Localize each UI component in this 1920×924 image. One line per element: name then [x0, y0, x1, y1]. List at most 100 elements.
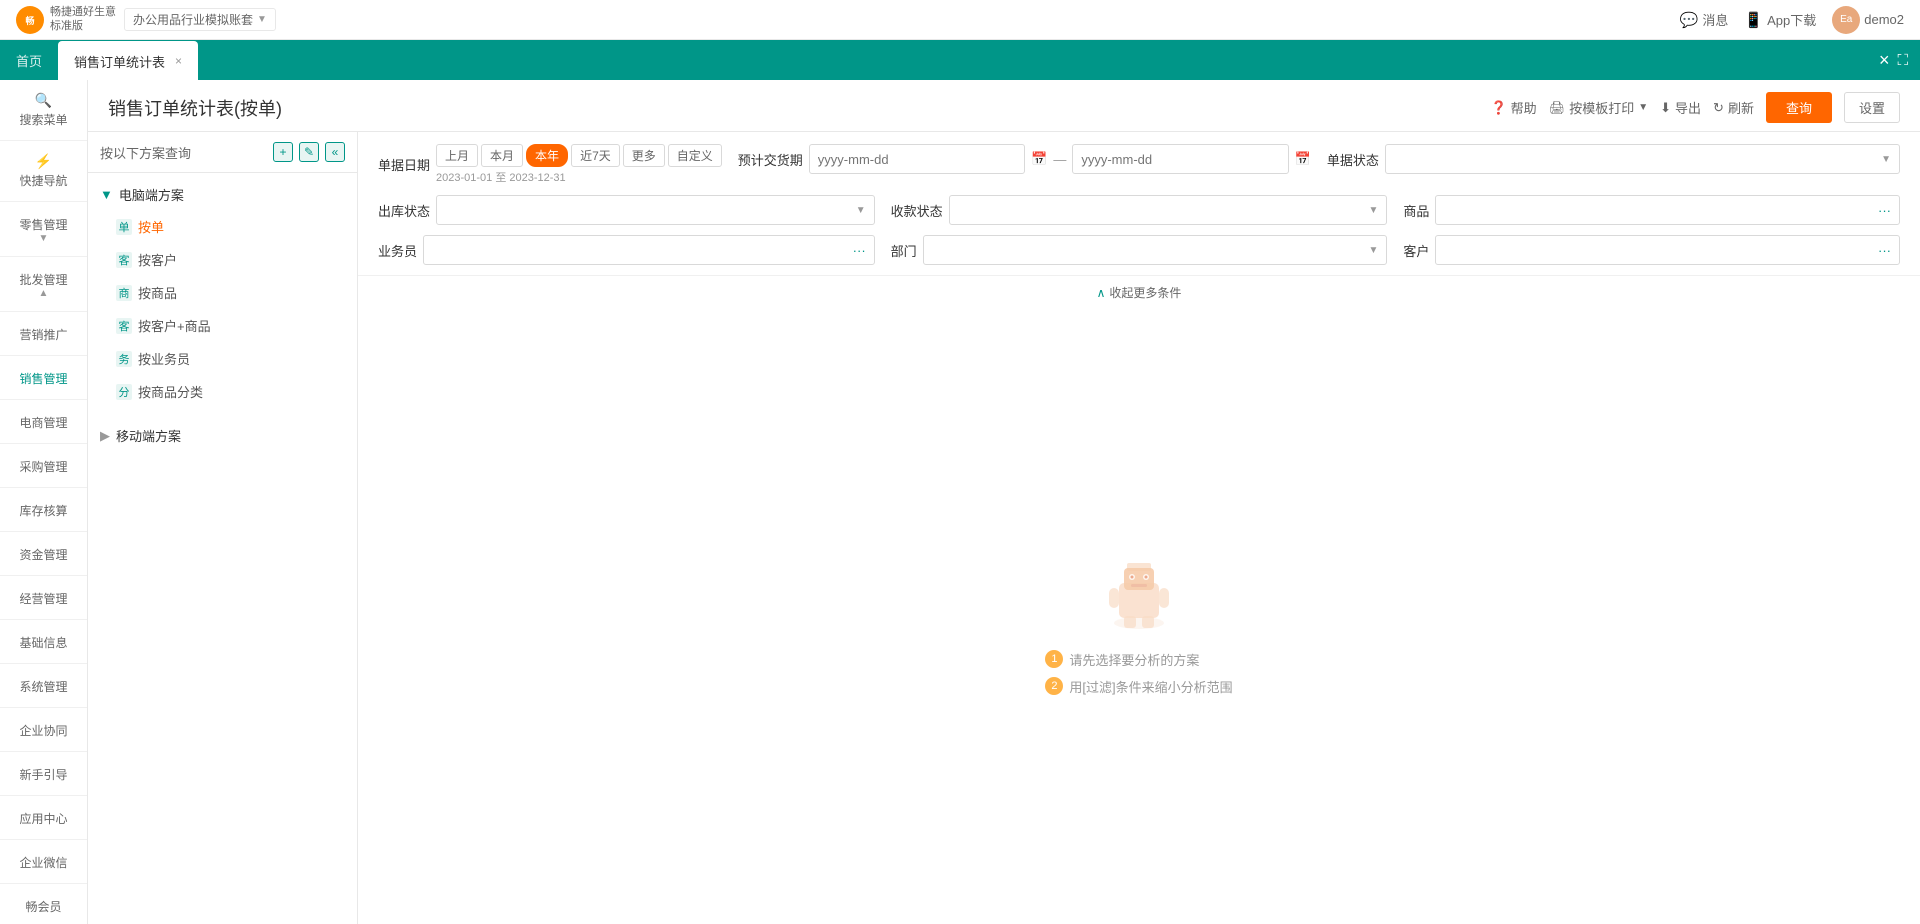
tab-home[interactable]: 首页: [0, 40, 58, 80]
scheme-item-by-salesman-label: 按业务员: [138, 349, 190, 368]
print-action[interactable]: 🖨 按模板打印 ▼: [1549, 98, 1648, 117]
tab-minimize-icon[interactable]: ×: [1879, 50, 1890, 71]
user-action[interactable]: Ea demo2: [1832, 6, 1904, 34]
date-tag-last-month[interactable]: 上月: [436, 144, 478, 167]
refresh-icon: ↻: [1713, 100, 1724, 116]
scheme-item-by-category[interactable]: 分 按商品分类: [88, 375, 357, 408]
sidebar-item-retail[interactable]: 零售管理 ▼: [0, 202, 87, 257]
sidebar-item-operations[interactable]: 经营管理: [0, 576, 87, 620]
scheme-item-by-salesman[interactable]: 务 按业务员: [88, 342, 357, 375]
dept-label: 部门: [891, 241, 917, 260]
help-action[interactable]: ❓ 帮助: [1490, 98, 1536, 117]
query-button[interactable]: 查询: [1766, 92, 1832, 123]
tab-bar: 首页 销售订单统计表 × × ⛶: [0, 40, 1920, 80]
sidebar-item-member[interactable]: 畅会员: [0, 884, 87, 924]
expected-date-end-input[interactable]: [1072, 144, 1288, 174]
empty-state: 1 请先选择要分析的方案 2 用[过滤]条件来缩小分析范围: [358, 309, 1920, 924]
help-icon: ❓: [1490, 100, 1506, 116]
sidebar-item-enterprise[interactable]: 企业协同: [0, 708, 87, 752]
salesman-ellipsis-icon[interactable]: ···: [853, 243, 866, 258]
logo-icon: 畅: [16, 6, 44, 34]
sidebar-item-finance[interactable]: 资金管理: [0, 532, 87, 576]
settings-button[interactable]: 设置: [1844, 92, 1900, 123]
sidebar-item-marketing[interactable]: 营销推广: [0, 312, 87, 356]
sidebar-item-ecommerce[interactable]: 电商管理: [0, 400, 87, 444]
date-tag-this-year[interactable]: 本年: [526, 144, 568, 167]
sidebar-item-wholesale[interactable]: 批发管理 ▲: [0, 257, 87, 312]
scheme-item-by-customer-product[interactable]: 客 按客户+商品: [88, 309, 357, 342]
sidebar-item-wechat[interactable]: 企业微信: [0, 840, 87, 884]
customer-label: 客户: [1403, 241, 1429, 260]
scheme-item-by-order[interactable]: 单 按单: [88, 210, 357, 243]
collapse-scheme-button[interactable]: «: [325, 142, 345, 162]
wholesale-arrow-icon: ▲: [0, 288, 87, 299]
tab-maximize-icon[interactable]: ⛶: [1897, 52, 1908, 69]
date-section-inner: 上月 本月 本年 近7天 更多 自定义 2023-01-01 至 2023-12…: [436, 144, 722, 185]
product-ellipsis-icon[interactable]: ···: [1878, 203, 1891, 218]
export-action[interactable]: ⬇ 导出: [1660, 98, 1701, 117]
message-action[interactable]: 💬 消息: [1680, 10, 1729, 29]
product-input[interactable]: ···: [1435, 195, 1900, 225]
help-label: 帮助: [1511, 98, 1537, 117]
scheme-item-by-product-label: 按商品: [138, 283, 177, 302]
date-tag-7days[interactable]: 近7天: [571, 144, 620, 167]
customer-input[interactable]: ···: [1435, 235, 1900, 265]
sidebar-item-inventory[interactable]: 库存核算: [0, 488, 87, 532]
edit-scheme-button[interactable]: ✎: [299, 142, 319, 162]
filter-salesman-section: 业务员 ···: [378, 235, 875, 265]
expected-date-start-input[interactable]: [809, 144, 1025, 174]
logo-area: 畅 畅捷通好生意 标准版: [16, 6, 116, 34]
refresh-label: 刷新: [1728, 98, 1754, 117]
app-download-action[interactable]: 📱 App下载: [1744, 10, 1816, 29]
scheme-header-icons: + ✎ «: [273, 142, 345, 162]
scheme-group-mobile-arrow-icon: ▶: [100, 428, 110, 444]
sidebar-item-quicknav[interactable]: ⚡ 快捷导航: [0, 141, 87, 202]
salesman-input[interactable]: ···: [423, 235, 875, 265]
collect-status-select[interactable]: ▼: [949, 195, 1388, 225]
sidebar-item-purchase[interactable]: 采购管理: [0, 444, 87, 488]
sidebar-item-system[interactable]: 系统管理: [0, 664, 87, 708]
tab-close-button[interactable]: ×: [175, 54, 182, 68]
collapse-bar[interactable]: ∧ 收起更多条件: [358, 275, 1920, 309]
add-scheme-button[interactable]: +: [273, 142, 293, 162]
calendar-start-icon[interactable]: 📅: [1031, 151, 1047, 167]
scheme-group-desktop-label: 电脑端方案: [119, 185, 184, 204]
workspace-selector[interactable]: 办公用品行业模拟账套 ▼: [124, 8, 276, 31]
date-tag-more[interactable]: 更多: [623, 144, 665, 167]
customer-ellipsis-icon[interactable]: ···: [1878, 243, 1891, 258]
refresh-action[interactable]: ↻ 刷新: [1713, 98, 1754, 117]
page-header: 销售订单统计表(按单) ❓ 帮助 🖨 按模板打印 ▼ ⬇ 导出 ↻ 刷新: [88, 80, 1920, 132]
sidebar-search-label: 搜索菜单: [0, 111, 87, 128]
scheme-header-title: 按以下方案查询: [100, 143, 267, 162]
dept-select[interactable]: ▼: [923, 235, 1388, 265]
status-select[interactable]: ▼: [1385, 144, 1900, 174]
print-label: 按模板打印: [1569, 98, 1634, 117]
calendar-end-icon[interactable]: 📅: [1295, 151, 1311, 167]
sidebar-item-sales[interactable]: 销售管理: [0, 356, 87, 400]
tab-sales-order[interactable]: 销售订单统计表 ×: [58, 41, 198, 81]
sidebar-item-search[interactable]: 🔍 搜索菜单: [0, 80, 87, 141]
avatar: Ea: [1832, 6, 1860, 34]
ship-status-select[interactable]: ▼: [436, 195, 875, 225]
collapse-label: 收起更多条件: [1109, 284, 1181, 301]
scheme-item-by-customer-icon: 客: [116, 252, 132, 268]
date-tags-row: 上月 本月 本年 近7天 更多 自定义: [436, 144, 722, 167]
logo-text: 畅捷通好生意 标准版: [50, 6, 116, 32]
filter-panel: 单据日期 上月 本月 本年 近7天 更多 自定义 20: [358, 132, 1920, 924]
scheme-group-desktop-title[interactable]: ▼ 电脑端方案: [88, 179, 357, 210]
scheme-group-mobile-title[interactable]: ▶ 移动端方案: [88, 420, 357, 451]
scheme-item-by-product[interactable]: 商 按商品: [88, 276, 357, 309]
date-tag-this-month[interactable]: 本月: [481, 144, 523, 167]
scheme-item-by-order-icon: 单: [116, 219, 132, 235]
date-tag-custom[interactable]: 自定义: [668, 144, 722, 167]
scheme-item-by-customer[interactable]: 客 按客户: [88, 243, 357, 276]
sidebar-item-appcenter[interactable]: 应用中心: [0, 796, 87, 840]
top-bar-right: 💬 消息 📱 App下载 Ea demo2: [1680, 6, 1904, 34]
collect-status-arrow-icon: ▼: [1368, 205, 1378, 216]
sidebar-item-basic[interactable]: 基础信息: [0, 620, 87, 664]
svg-text:畅: 畅: [25, 15, 34, 26]
sidebar-item-newbie[interactable]: 新手引导: [0, 752, 87, 796]
message-label: 消息: [1702, 10, 1728, 29]
status-select-arrow-icon: ▼: [1881, 154, 1891, 165]
salesman-label: 业务员: [378, 241, 417, 260]
